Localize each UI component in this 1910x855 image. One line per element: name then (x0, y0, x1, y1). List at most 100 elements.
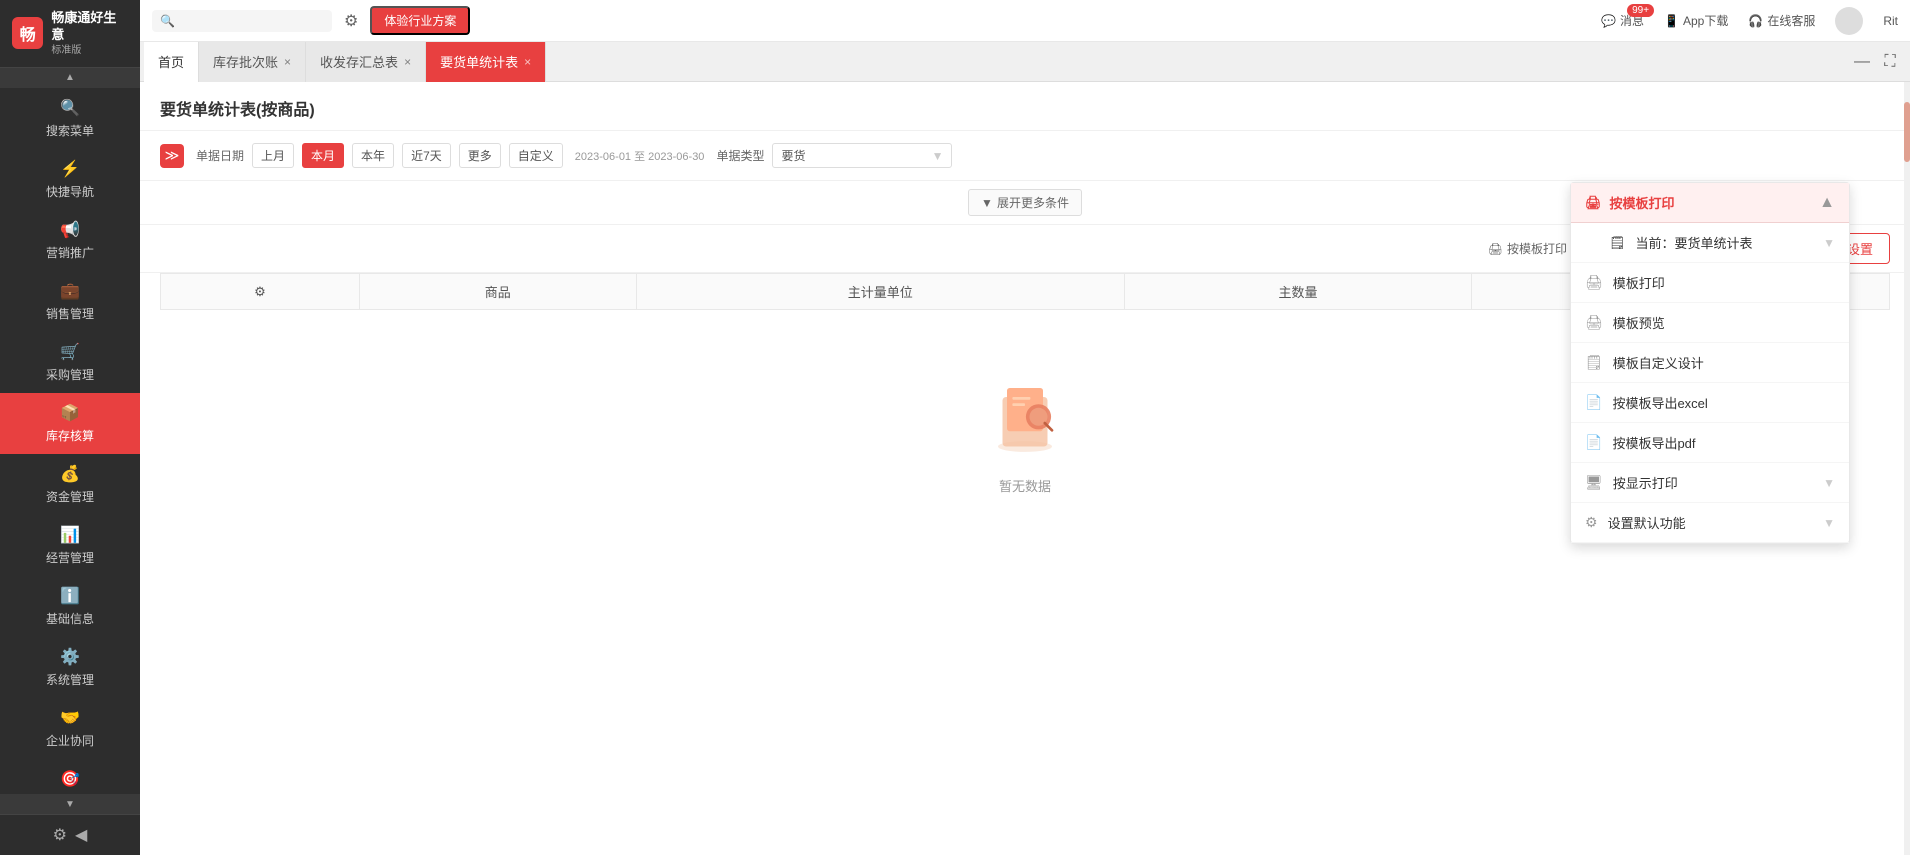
dropdown-current-template[interactable]: 🗒 当前：要货单统计表 ▼ (1571, 223, 1849, 263)
tab-expand-button[interactable]: ⛶ (1878, 50, 1902, 74)
promo-button[interactable]: 体验行业方案 (370, 6, 470, 35)
tab-receipt-summary[interactable]: 收发存汇总表 × (306, 42, 426, 82)
sidebar-item-finance[interactable]: 💰 资金管理 (0, 454, 140, 515)
sidebar-item-system[interactable]: ⚙️ 系统管理 (0, 637, 140, 698)
tab-order-stat[interactable]: 要货单统计表 × (426, 42, 546, 82)
export-pdf-label: 按模板导出pdf (1612, 433, 1695, 452)
sidebar-item-label: 企业协同 (46, 732, 94, 749)
sidebar-scroll-down[interactable]: ▼ (0, 794, 140, 814)
type-select[interactable]: 要货 ▼ (772, 143, 952, 168)
topbar-right: 💬 消息 99+ 📱 App下载 🎧 在线客服 Rit (1601, 7, 1898, 35)
dropdown-item-export-excel[interactable]: 📄 按模板导出excel (1571, 383, 1849, 423)
date-this-month-btn[interactable]: 本月 (302, 143, 344, 168)
template-preview-icon: 🖨 (1585, 314, 1603, 331)
print-dropdown-popup: 🖨 按模板打印 ▲ 🗒 当前：要货单统计表 ▼ 🖨 模板打印 (1570, 182, 1850, 544)
tab-inventory-batch-close[interactable]: × (284, 55, 291, 69)
dropdown-item-template-print[interactable]: 🖨 模板打印 (1571, 263, 1849, 303)
tab-order-stat-close[interactable]: × (524, 55, 531, 69)
notifications-button[interactable]: 💬 消息 99+ (1601, 12, 1644, 29)
flash-icon: ⚡ (60, 159, 80, 179)
sidebar-item-collab[interactable]: 🤝 企业协同 (0, 698, 140, 759)
sidebar-item-label: 销售管理 (46, 305, 94, 322)
sidebar-nav: 🔍 搜索菜单 ⚡ 快捷导航 📢 营销推广 💼 销售管理 🛒 采购管理 📦 库存核… (0, 88, 140, 794)
tab-order-stat-label: 要货单统计表 (440, 52, 518, 71)
template-custom-label: 模板自定义设计 (1613, 353, 1704, 372)
default-func-arrow: ▼ (1823, 516, 1835, 530)
sidebar-item-sales[interactable]: 💼 销售管理 (0, 271, 140, 332)
user-avatar[interactable] (1835, 7, 1863, 35)
tab-home[interactable]: 首页 (144, 42, 199, 82)
template-print-label: 模板打印 (1613, 273, 1665, 292)
marketing-icon: 📢 (60, 220, 80, 240)
dropdown-item-template-preview[interactable]: 🖨 模板预览 (1571, 303, 1849, 343)
app-download-button[interactable]: 📱 App下载 (1664, 12, 1728, 29)
page-title: 要货单统计表(按商品) (140, 82, 1910, 131)
empty-illustration (980, 370, 1070, 460)
date-last7days-btn[interactable]: 近7天 (402, 143, 451, 168)
sidebar-item-operation[interactable]: 📊 经营管理 (0, 515, 140, 576)
col-product: 商品 (359, 274, 636, 310)
type-label: 单据类型 (716, 147, 764, 164)
date-custom-btn[interactable]: 自定义 (509, 143, 563, 168)
operation-icon: 📊 (60, 525, 80, 545)
dropdown-header: 🖨 按模板打印 ▲ (1571, 183, 1849, 223)
sidebar: 畅 畅康通好生意 标准版 ▲ 🔍 搜索菜单 ⚡ 快捷导航 📢 营销推广 💼 销售… (0, 0, 140, 855)
export-pdf-icon: 📄 (1585, 434, 1602, 451)
col-unit: 主计量单位 (636, 274, 1124, 310)
online-service-button[interactable]: 🎧 在线客服 (1748, 12, 1815, 29)
sidebar-item-label: 快捷导航 (46, 183, 94, 200)
sidebar-item-basic[interactable]: ℹ️ 基础信息 (0, 576, 140, 637)
dropdown-close-icon[interactable]: ▲ (1819, 194, 1835, 212)
sidebar-item-inventory[interactable]: 📦 库存核算 (0, 393, 140, 454)
tab-receipt-summary-close[interactable]: × (404, 55, 411, 69)
current-template-label: 当前：要货单统计表 (1636, 233, 1753, 252)
purchase-icon: 🛒 (60, 342, 80, 362)
sidebar-scroll-up[interactable]: ▲ (0, 68, 140, 88)
tabbar-controls: — ⛶ (1850, 50, 1910, 74)
scrollbar-thumb[interactable] (1904, 102, 1910, 162)
template-custom-icon: 🗒 (1585, 354, 1603, 371)
search-box[interactable]: 🔍 (152, 10, 332, 32)
sidebar-item-purchase[interactable]: 🛒 采购管理 (0, 332, 140, 393)
dropdown-item-template-custom[interactable]: 🗒 模板自定义设计 (1571, 343, 1849, 383)
user-name-display[interactable]: Rit (1883, 14, 1898, 28)
search-icon: 🔍 (60, 98, 80, 118)
col-settings[interactable]: ⚙ (161, 274, 360, 310)
collapse-icon[interactable]: ◀ (75, 825, 87, 845)
expand-icon: ▼ (981, 196, 993, 210)
export-excel-label: 按模板导出excel (1612, 393, 1707, 412)
settings-bottom-icon[interactable]: ⚙ (53, 825, 67, 845)
tab-minimize-button[interactable]: — (1850, 50, 1874, 74)
expand-more-button[interactable]: ▼ 展开更多条件 (968, 189, 1082, 216)
sidebar-item-shortcut[interactable]: ⚡ 快捷导航 (0, 149, 140, 210)
user-name: Rit (1883, 14, 1898, 28)
filter-expand-button[interactable]: ≫ (160, 144, 184, 168)
app-logo: 畅 畅康通好生意 标准版 (0, 0, 140, 68)
sales-icon: 💼 (60, 281, 80, 301)
tab-receipt-summary-label: 收发存汇总表 (320, 52, 398, 71)
dropdown-item-export-pdf[interactable]: 📄 按模板导出pdf (1571, 423, 1849, 463)
date-label: 单据日期 (196, 147, 244, 164)
date-more-btn[interactable]: 更多 (459, 143, 501, 168)
sidebar-item-label: 基础信息 (46, 610, 94, 627)
sidebar-item-marketing[interactable]: 📢 营销推广 (0, 210, 140, 271)
sidebar-item-search[interactable]: 🔍 搜索菜单 (0, 88, 140, 149)
date-last-month-btn[interactable]: 上月 (252, 143, 294, 168)
col-quantity: 主数量 (1124, 274, 1471, 310)
filter-bar: ≫ 单据日期 上月 本月 本年 近7天 更多 自定义 2023-06-01 至 … (140, 131, 1910, 181)
dropdown-item-default-func[interactable]: ⚙ 设置默认功能 ▼ (1571, 503, 1849, 543)
sidebar-item-guide[interactable]: 🎯 新手引导 (0, 759, 140, 794)
dropdown-item-display-print[interactable]: 🖥 按显示打印 ▼ (1571, 463, 1849, 503)
sidebar-item-label: 经营管理 (46, 549, 94, 566)
headset-icon: 🎧 (1748, 14, 1763, 28)
date-this-year-btn[interactable]: 本年 (352, 143, 394, 168)
sidebar-item-label: 资金管理 (46, 488, 94, 505)
print-label: 按模板打印 (1507, 240, 1567, 257)
tab-inventory-batch[interactable]: 库存批次账 × (199, 42, 306, 82)
gear-icon[interactable]: ⚙ (344, 11, 358, 31)
collab-icon: 🤝 (60, 708, 80, 728)
message-icon: 💬 (1601, 14, 1616, 28)
sidebar-item-label: 搜索菜单 (46, 122, 94, 139)
avatar-image (1835, 7, 1863, 35)
online-service-label: 在线客服 (1767, 12, 1815, 29)
